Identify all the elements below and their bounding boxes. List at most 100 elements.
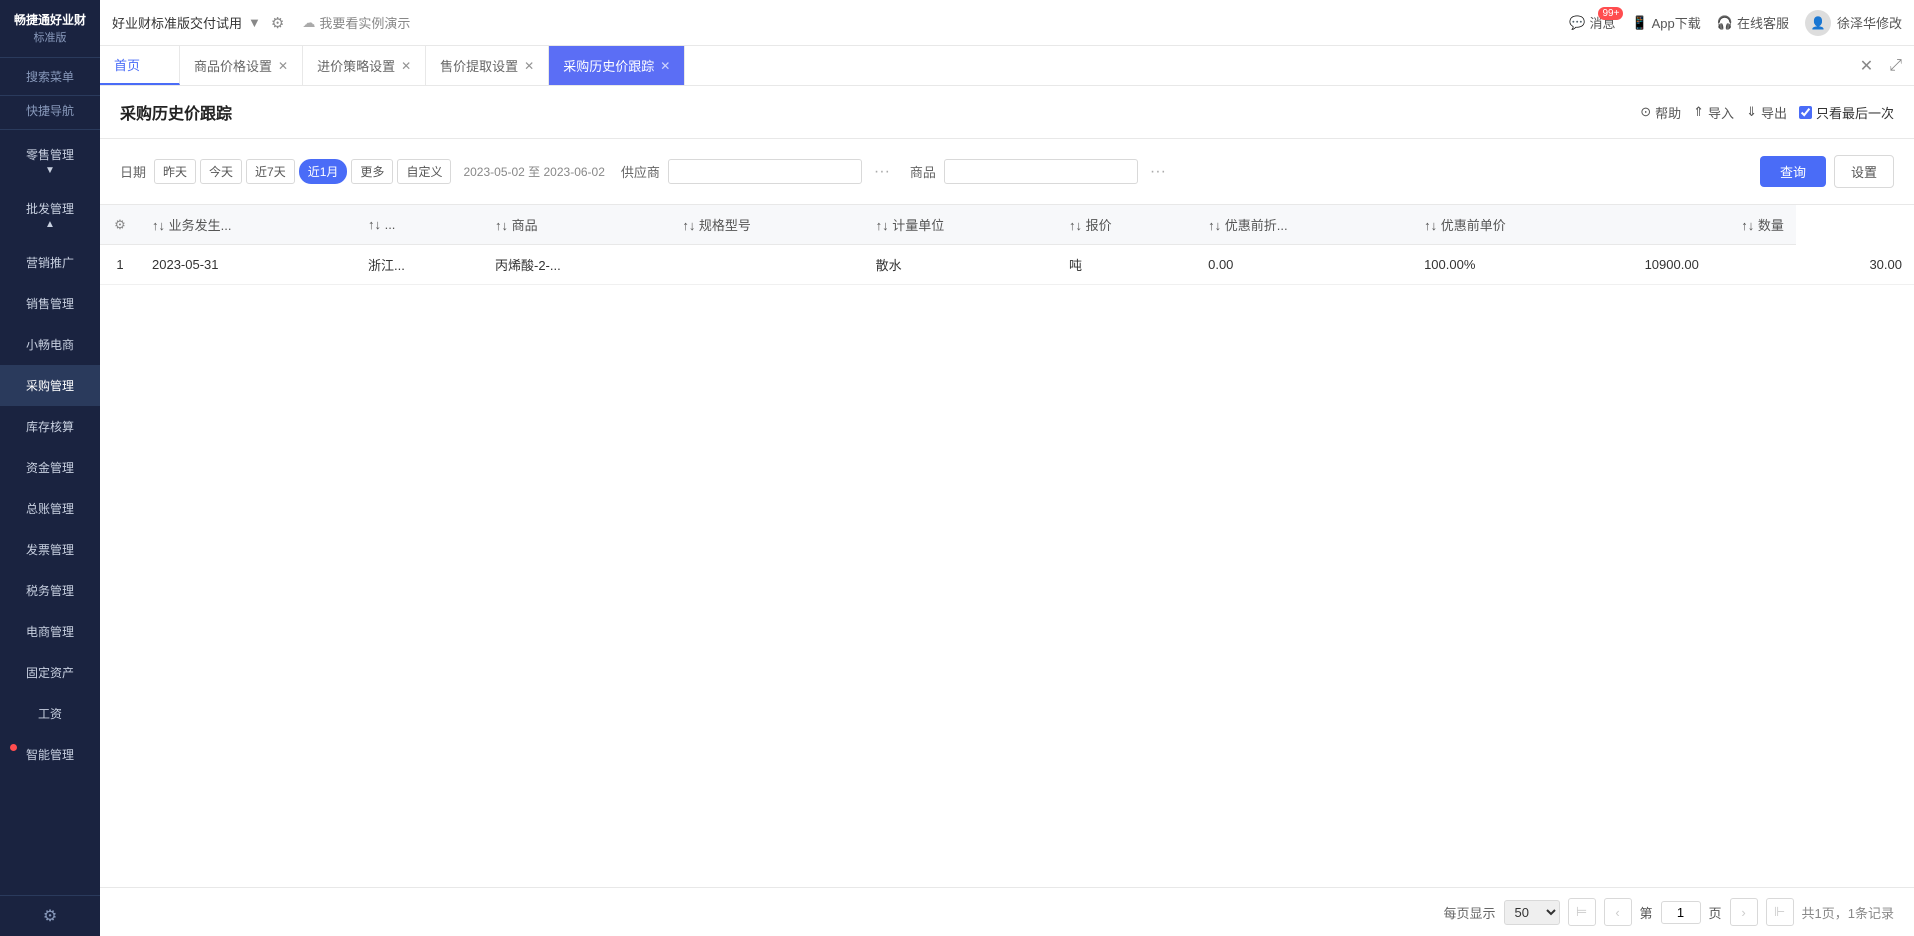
tab-close-window-btn[interactable]: ✕: [1856, 52, 1877, 80]
app-download-btn[interactable]: 📱 App下载: [1631, 13, 1700, 32]
demo-link[interactable]: ☁ 我要看实例演示: [302, 13, 410, 32]
tab-price-extract[interactable]: 售价提取设置 ✕: [426, 46, 549, 85]
tab-home[interactable]: 首页: [100, 46, 180, 85]
sidebar-item-sales[interactable]: 销售管理: [0, 283, 100, 324]
date-range-text: 2023-05-02 至 2023-06-02: [463, 163, 604, 180]
date-btn-1month[interactable]: 近1月: [299, 159, 348, 184]
logo-sub: 标准版: [8, 29, 92, 45]
sidebar-item-label: 智能管理: [26, 746, 74, 763]
filter-bar: 日期 昨天 今天 近7天 近1月 更多 自定义 2023-05-02 至 202…: [100, 139, 1914, 205]
sidebar-item-ecommerce[interactable]: 电商管理: [0, 611, 100, 652]
pag-page-label: 第: [1640, 903, 1653, 922]
sidebar-item-tax[interactable]: 税务管理: [0, 570, 100, 611]
column-settings-icon[interactable]: ⚙: [114, 217, 126, 232]
avatar: 👤: [1805, 10, 1831, 36]
sidebar-item-marketing[interactable]: 营销推广: [0, 242, 100, 283]
per-page-select[interactable]: 50 100 200: [1504, 900, 1560, 925]
sidebar-quicknav[interactable]: 快捷导航: [0, 96, 100, 125]
import-btn[interactable]: ⇑ 导入: [1693, 103, 1734, 122]
dropdown-arrow-icon[interactable]: ▼: [248, 15, 261, 30]
sidebar-item-smart[interactable]: 智能管理: [0, 734, 100, 775]
sidebar-bottom: ⚙: [0, 895, 100, 936]
th-spec-label: ↑↓ 规格型号: [682, 218, 751, 233]
th-pre-discount-price[interactable]: ↑↓ 优惠前单价: [1412, 205, 1633, 245]
th-discount-label: ↑↓ 优惠前折...: [1208, 218, 1287, 233]
th-spec[interactable]: ↑↓ 规格型号: [670, 205, 863, 245]
last-only-checkbox[interactable]: [1799, 106, 1812, 119]
help-btn[interactable]: ⊙ 帮助: [1640, 103, 1681, 122]
per-page-label: 每页显示: [1443, 903, 1495, 922]
topbar-settings-icon[interactable]: ⚙: [271, 14, 284, 32]
version-selector[interactable]: 好业财标准版交付试用 ▼: [112, 13, 261, 32]
pag-last-btn[interactable]: ⊩: [1766, 898, 1794, 926]
date-btn-yesterday[interactable]: 昨天: [154, 159, 196, 184]
date-btn-more[interactable]: 更多: [351, 159, 393, 184]
date-btn-custom[interactable]: 自定义: [397, 159, 451, 184]
sidebar-search[interactable]: 搜索菜单: [0, 58, 100, 96]
settings-icon[interactable]: ⚙: [43, 908, 57, 925]
pag-page-input[interactable]: [1661, 901, 1701, 924]
sidebar-item-fixed-assets[interactable]: 固定资产: [0, 652, 100, 693]
logo-title: 畅捷通好业财: [8, 12, 92, 29]
sidebar-item-wholesale[interactable]: 批发管理 ▲: [0, 188, 100, 242]
sidebar-item-ecommerce-small[interactable]: 小畅电商: [0, 324, 100, 365]
tab-maximize-btn[interactable]: ⤢: [1885, 53, 1906, 79]
sidebar-item-ledger[interactable]: 总账管理: [0, 488, 100, 529]
filter-settings-button[interactable]: 设置: [1834, 155, 1894, 188]
sidebar-item-label: 库存核算: [26, 418, 74, 435]
th-date[interactable]: ↑↓ 业务发生...: [140, 205, 356, 245]
user-profile-btn[interactable]: 👤 徐泽华修改: [1805, 10, 1902, 36]
tab-close-icon[interactable]: ✕: [278, 59, 288, 73]
sidebar-item-label: 销售管理: [26, 295, 74, 312]
export-btn[interactable]: ⇓ 导出: [1746, 103, 1787, 122]
username-label: 徐泽华修改: [1837, 13, 1902, 32]
topbar-right: 💬 消息 99+ 📱 App下载 🎧 在线客服 👤 徐泽华修改: [1569, 10, 1902, 36]
tab-close-icon[interactable]: ✕: [524, 59, 534, 73]
tab-price-strategy[interactable]: 进价策略设置 ✕: [303, 46, 426, 85]
th-discount[interactable]: ↑↓ 优惠前折...: [1196, 205, 1412, 245]
th-unit[interactable]: ↑↓ 计量单位: [864, 205, 1057, 245]
messages-btn[interactable]: 💬 消息 99+: [1569, 13, 1615, 32]
table-row: 1 2023-05-31 浙江... 丙烯酸-2-... 散水 吨 0.00 1…: [100, 245, 1914, 285]
pag-next-btn[interactable]: ›: [1730, 898, 1758, 926]
sidebar-item-inventory[interactable]: 库存核算: [0, 406, 100, 447]
message-icon: 💬: [1569, 15, 1585, 31]
query-button[interactable]: 查询: [1760, 156, 1826, 187]
content-area: 采购历史价跟踪 ⊙ 帮助 ⇑ 导入 ⇓ 导出 只看最后一次: [100, 86, 1914, 936]
sidebar-item-retail[interactable]: 零售管理 ▼: [0, 134, 100, 188]
tab-price-settings[interactable]: 商品价格设置 ✕: [180, 46, 303, 85]
supplier-input[interactable]: [668, 159, 862, 184]
pag-first-btn[interactable]: ⊨: [1568, 898, 1596, 926]
sidebar-item-label: 发票管理: [26, 541, 74, 558]
mobile-icon: 📱: [1631, 15, 1647, 31]
sidebar-item-payroll[interactable]: 工资: [0, 693, 100, 734]
supplier-filter-group: 供应商 ···: [621, 159, 894, 184]
export-label: 导出: [1761, 103, 1787, 122]
sidebar-item-invoice[interactable]: 发票管理: [0, 529, 100, 570]
goods-dots[interactable]: ···: [1146, 163, 1170, 181]
th-goods[interactable]: ↑↓ 商品: [483, 205, 670, 245]
tab-close-icon[interactable]: ✕: [660, 59, 670, 73]
tab-purchase-history[interactable]: 采购历史价跟踪 ✕: [549, 46, 685, 85]
pag-prev-btn[interactable]: ‹: [1604, 898, 1632, 926]
tab-close-icon[interactable]: ✕: [401, 59, 411, 73]
date-btn-today[interactable]: 今天: [200, 159, 242, 184]
sidebar-item-label: 零售管理: [26, 146, 74, 163]
th-qty[interactable]: ↑↓ 数量: [1633, 205, 1796, 245]
th-price[interactable]: ↑↓ 报价: [1057, 205, 1196, 245]
sidebar-item-label: 小畅电商: [26, 336, 74, 353]
help-icon: ⊙: [1640, 104, 1651, 120]
goods-input[interactable]: [944, 159, 1138, 184]
sidebar-item-dot: [10, 744, 17, 751]
last-only-checkbox-label[interactable]: 只看最后一次: [1799, 103, 1894, 122]
th-settings: ⚙: [100, 205, 140, 245]
pagination: 每页显示 50 100 200 ⊨ ‹ 第 页 › ⊩ 共1页，1条记录: [100, 887, 1914, 936]
sidebar-item-purchase[interactable]: 采购管理: [0, 365, 100, 406]
messages-badge: 99+: [1598, 7, 1623, 20]
supplier-dots[interactable]: ···: [870, 163, 894, 181]
tab-right-actions: ✕ ⤢: [1848, 46, 1914, 85]
th-dots[interactable]: ↑↓ ...: [356, 205, 483, 245]
sidebar-item-finance[interactable]: 资金管理: [0, 447, 100, 488]
online-service-btn[interactable]: 🎧 在线客服: [1717, 13, 1789, 32]
date-btn-7days[interactable]: 近7天: [246, 159, 295, 184]
